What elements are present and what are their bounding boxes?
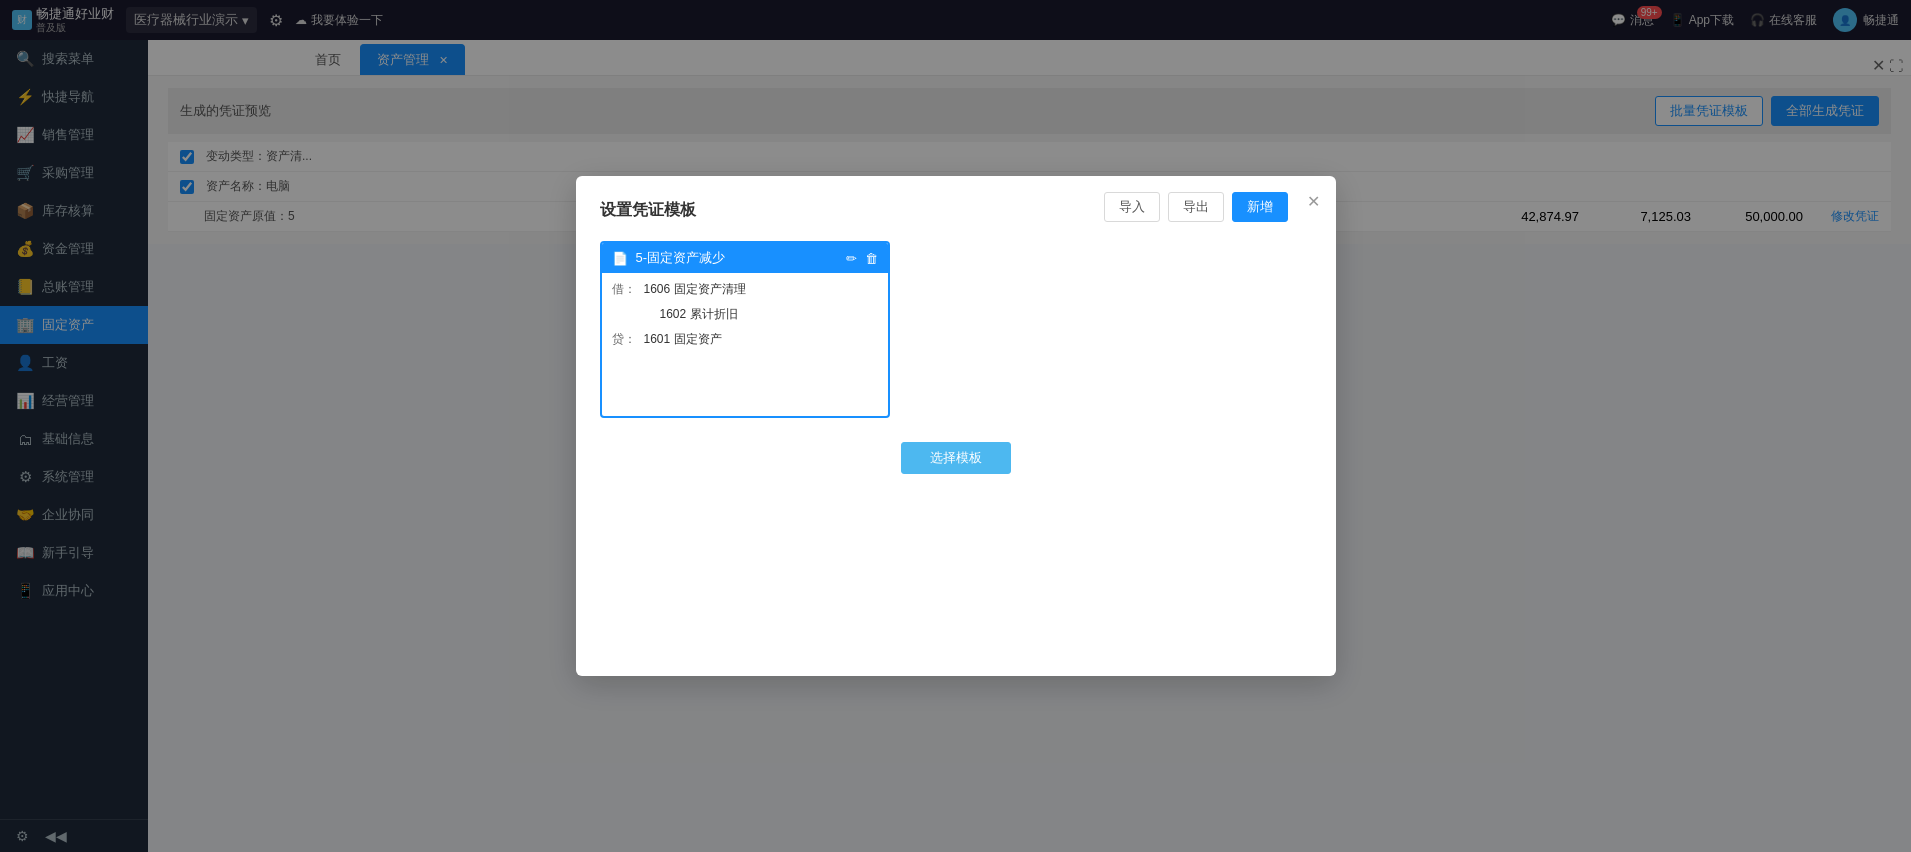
template-entry-1: 借： 1606 固定资产清理 <box>602 277 888 302</box>
modal-overlay: 设置凭证模板 ✕ 导入 导出 新增 📄 <box>148 76 1911 852</box>
template-card-header: 📄 5-固定资产减少 ✏ 🗑 <box>602 243 888 273</box>
select-template-area: 选择模板 <box>600 442 1312 474</box>
select-template-button[interactable]: 选择模板 <box>901 442 1011 474</box>
modal-dialog: 设置凭证模板 ✕ 导入 导出 新增 📄 <box>576 176 1336 676</box>
template-entry-3: 贷： 1601 固定资产 <box>602 327 888 352</box>
template-delete-icon[interactable]: 🗑 <box>865 251 878 266</box>
modal-body: 📄 5-固定资产减少 ✏ 🗑 借： <box>600 241 1312 474</box>
template-doc-icon: 📄 <box>612 251 628 266</box>
template-empty-area <box>602 352 888 412</box>
template-card: 📄 5-固定资产减少 ✏ 🗑 借： <box>600 241 890 418</box>
import-button[interactable]: 导入 <box>1104 192 1160 222</box>
export-button[interactable]: 导出 <box>1168 192 1224 222</box>
template-card-actions: ✏ 🗑 <box>846 251 878 266</box>
template-edit-icon[interactable]: ✏ <box>846 251 857 266</box>
new-button[interactable]: 新增 <box>1232 192 1288 222</box>
template-card-body: 借： 1606 固定资产清理 1602 累计折旧 贷： <box>602 273 888 416</box>
page-wrapper: 生成的凭证预览 批量凭证模板 全部生成凭证 变动类型：资产清... <box>148 76 1911 852</box>
template-name: 5-固定资产减少 <box>636 249 726 267</box>
modal-close-button[interactable]: ✕ <box>1307 192 1320 211</box>
content-area: 首页 资产管理 ✕ ✕ ⛶ 生成的凭证预览 批量凭证模板 <box>148 40 1911 852</box>
modal-header-actions: 导入 导出 新增 <box>1104 192 1288 222</box>
template-entry-2: 1602 累计折旧 <box>602 302 888 327</box>
